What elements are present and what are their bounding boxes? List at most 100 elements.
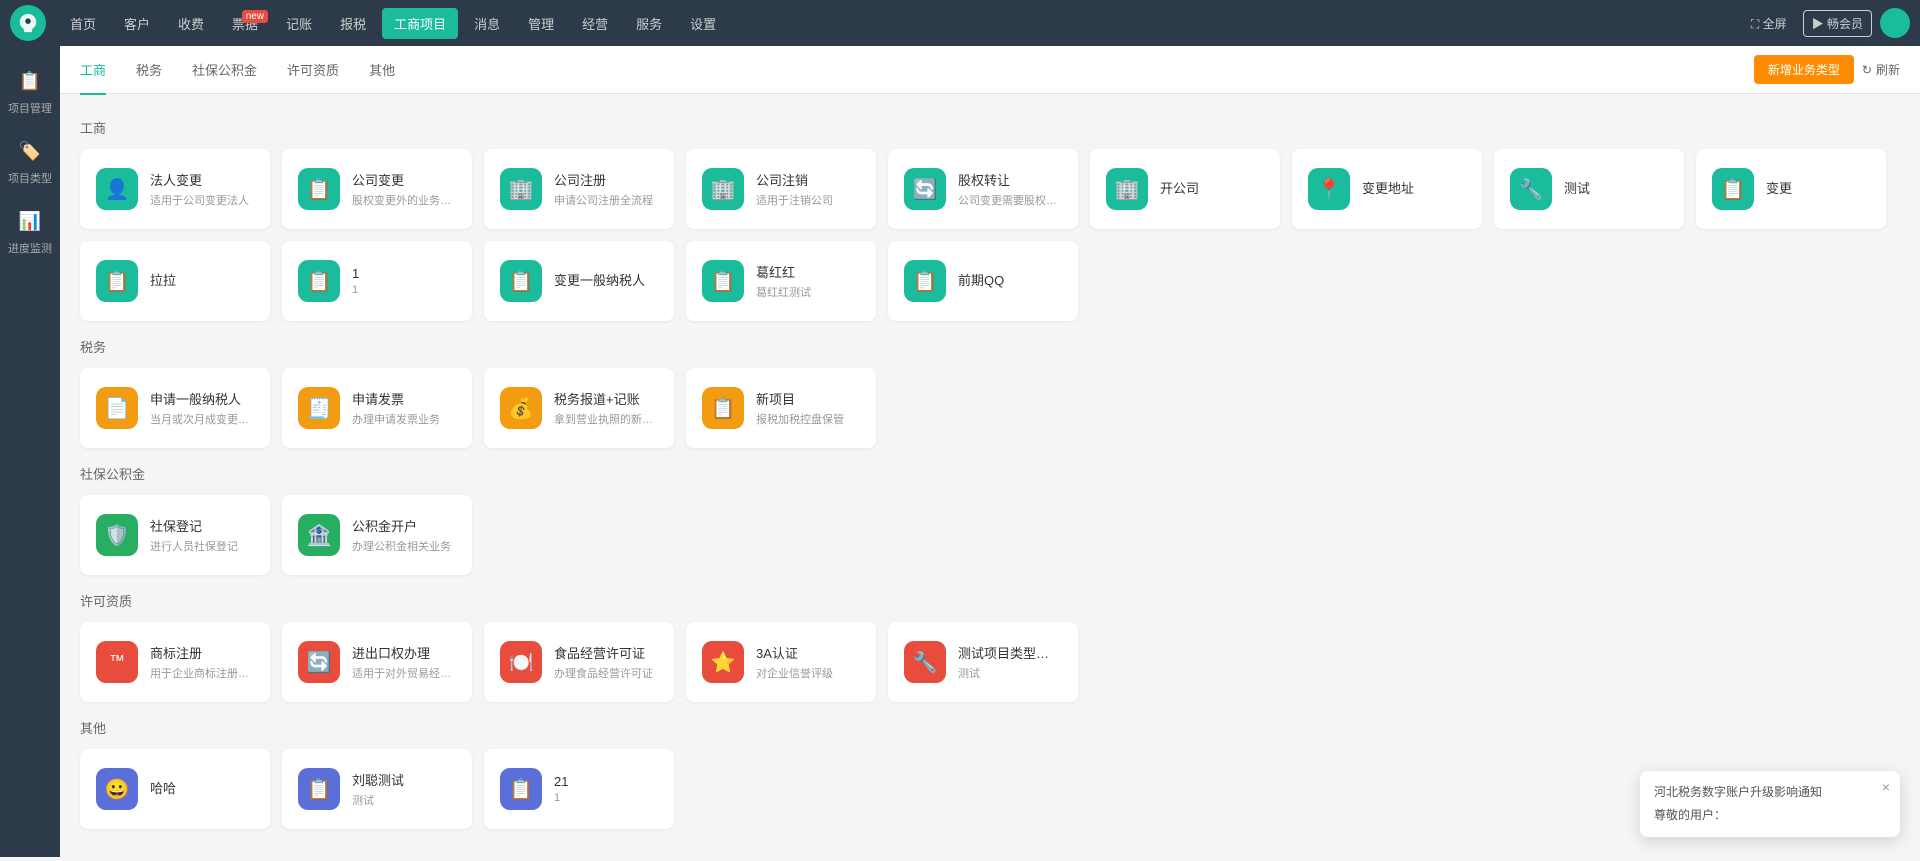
fullscreen-button[interactable]: ⛶ 全屏 (1743, 11, 1795, 36)
tab-shuiwu[interactable]: 税务 (136, 46, 162, 95)
card-one[interactable]: 📋 1 1 (282, 241, 472, 321)
avatar[interactable] (1880, 8, 1910, 38)
card-icon-yibanna: 📄 (96, 387, 138, 429)
card-ceshi[interactable]: 🔧 测试 (1494, 149, 1684, 229)
card-biangeng納[interactable]: 📋 变更一般纳税人 (484, 241, 674, 321)
nav-tax[interactable]: 报税 (328, 8, 378, 39)
card-title-gehong: 葛红红 (756, 262, 860, 281)
card-sub-farenbianeng: 适用于公司变更法人 (150, 192, 254, 208)
card-shuiwubao[interactable]: 💰 税务报道+记账 拿到营业执照的新公司 (484, 368, 674, 448)
content-area: 工商 👤 法人变更 适用于公司变更法人 📋 公司变更 股权变更外的业务变更 🏢 (60, 94, 1920, 861)
nav-operation[interactable]: 经营 (570, 8, 620, 39)
add-type-button[interactable]: 新增业务类型 (1754, 55, 1854, 84)
nav-service[interactable]: 服务 (624, 8, 674, 39)
card-lala[interactable]: 📋 拉拉 (80, 241, 270, 321)
top-nav: 首页 客户 收费 票据 new 记账 报税 工商项目 消息 管理 经营 服务 设… (0, 0, 1920, 46)
card-icon-shuiwubao: 💰 (500, 387, 542, 429)
card-title-yibanna: 申请一般纳税人 (150, 389, 254, 408)
nav-settings[interactable]: 设置 (678, 8, 728, 39)
card-title-21: 21 (554, 774, 658, 789)
card-icon-shangbiao: ™ (96, 641, 138, 683)
card-sub-xinxiangmu: 报税加税控盘保管 (756, 411, 860, 427)
card-icon-gongsizhu: 🏢 (500, 168, 542, 210)
nav-customer[interactable]: 客户 (112, 8, 162, 39)
notification-close-button[interactable]: × (1882, 779, 1890, 795)
sidebar-item-project-manage[interactable]: 📋 项目管理 (0, 56, 60, 126)
tab-xukezi[interactable]: 许可资质 (287, 46, 339, 95)
card-shangbiao[interactable]: ™ 商标注册 用于企业商标注册服务 (80, 622, 270, 702)
card-xinxiangmu[interactable]: 📋 新项目 报税加税控盘保管 (686, 368, 876, 448)
card-title-qianqi: 前期QQ (958, 270, 1062, 289)
card-jinchuk[interactable]: 🔄 进出口权办理 适用于对外贸易经营者 (282, 622, 472, 702)
card-title-biangeng: 变更 (1766, 178, 1870, 197)
notification-text: 河北税务数字账户升级影响通知 尊敬的用户： (1654, 783, 1886, 825)
card-title-3a: 3A认证 (756, 643, 860, 662)
card-kaigongsi[interactable]: 🏢 开公司 (1090, 149, 1280, 229)
card-qianqi[interactable]: 📋 前期QQ (888, 241, 1078, 321)
main-content: 工商 税务 社保公积金 许可资质 其他 新增业务类型 ↻ 刷新 工商 👤 法人变… (60, 46, 1920, 861)
project-type-icon: 🏷️ (15, 136, 45, 166)
card-icon-haha: 😀 (96, 768, 138, 810)
card-icon-gongjijin: 🏦 (298, 514, 340, 556)
nav-ticket[interactable]: 票据 new (220, 8, 270, 39)
nav-right: ⛶ 全屏 ▶ 畅会员 (1743, 8, 1910, 38)
card-gongsizhu[interactable]: 🏢 公司注册 申请公司注册全流程 (484, 149, 674, 229)
card-icon-fapiao: 🧾 (298, 387, 340, 429)
card-title-farenbianeng: 法人变更 (150, 170, 254, 189)
card-shebaodengjii[interactable]: 🛡️ 社保登记 进行人员社保登记 (80, 495, 270, 575)
card-sub-gongsizhu: 申请公司注册全流程 (554, 192, 658, 208)
card-sub-ceshixiangmu: 测试 (958, 665, 1062, 681)
card-gongsizhu2[interactable]: 🏢 公司注销 适用于注销公司 (686, 149, 876, 229)
card-sub-gongjijin: 办理公积金相关业务 (352, 538, 456, 554)
card-icon-gongsizhu2: 🏢 (702, 168, 744, 210)
nav-accounting[interactable]: 记账 (274, 8, 324, 39)
card-sub-guzhuanrang: 公司变更需要股权转让 (958, 192, 1062, 208)
nav-home[interactable]: 首页 (58, 8, 108, 39)
nav-message[interactable]: 消息 (462, 8, 512, 39)
card-sub-liucong: 测试 (352, 792, 456, 808)
tab-shebao[interactable]: 社保公积金 (192, 46, 257, 95)
nav-manage[interactable]: 管理 (516, 8, 566, 39)
card-sub-shipin: 办理食品经营许可证 (554, 665, 658, 681)
qita-cards: 😀 哈哈 📋 刘聪测试 测试 📋 21 1 (80, 749, 1900, 829)
card-guzhuanrang[interactable]: 🔄 股权转让 公司变更需要股权转让 (888, 149, 1078, 229)
card-haha[interactable]: 😀 哈哈 (80, 749, 270, 829)
tab-qita[interactable]: 其他 (369, 46, 395, 95)
card-sub-yibanna: 当月或次月成变更完成 (150, 411, 254, 427)
card-title-shebaodengji: 社保登记 (150, 516, 254, 535)
card-biangeng[interactable]: 📋 变更 (1696, 149, 1886, 229)
logo[interactable] (10, 5, 46, 41)
refresh-button[interactable]: ↻ 刷新 (1862, 61, 1900, 78)
section-title-qita: 其他 (80, 718, 1900, 737)
card-icon-guzhuanrang: 🔄 (904, 168, 946, 210)
nav-industry[interactable]: 工商项目 (382, 8, 458, 39)
card-icon-xinxiangmu: 📋 (702, 387, 744, 429)
vip-button[interactable]: ▶ 畅会员 (1803, 10, 1872, 37)
card-gongjijin[interactable]: 🏦 公积金开户 办理公积金相关业务 (282, 495, 472, 575)
card-icon-biangengdizhi: 📍 (1308, 168, 1350, 210)
card-gehong[interactable]: 📋 葛红红 葛红红测试 (686, 241, 876, 321)
card-title-shuiwubao: 税务报道+记账 (554, 389, 658, 408)
sidebar-item-project-type[interactable]: 🏷️ 项目类型 (0, 126, 60, 196)
card-sub-gongsibianeng: 股权变更外的业务变更 (352, 192, 456, 208)
card-farenbianeng[interactable]: 👤 法人变更 适用于公司变更法人 (80, 149, 270, 229)
card-title-gongsizhu: 公司注册 (554, 170, 658, 189)
card-shipin[interactable]: 🍽️ 食品经营许可证 办理食品经营许可证 (484, 622, 674, 702)
card-sub-shuiwubao: 拿到营业执照的新公司 (554, 411, 658, 427)
nav-billing[interactable]: 收费 (166, 8, 216, 39)
card-title-gongsizhu2: 公司注销 (756, 170, 860, 189)
card-biangengdizhi[interactable]: 📍 变更地址 (1292, 149, 1482, 229)
card-fapiao[interactable]: 🧾 申请发票 办理申请发票业务 (282, 368, 472, 448)
card-21[interactable]: 📋 21 1 (484, 749, 674, 829)
card-title-gongsibianeng: 公司变更 (352, 170, 456, 189)
card-icon-shipin: 🍽️ (500, 641, 542, 683)
card-yibanna税[interactable]: 📄 申请一般纳税人 当月或次月成变更完成 (80, 368, 270, 448)
tab-gongshang[interactable]: 工商 (80, 46, 106, 95)
card-3a[interactable]: ⭐ 3A认证 对企业信誉评级 (686, 622, 876, 702)
sidebar-item-progress[interactable]: 📊 进度监测 (0, 196, 60, 266)
card-ceshixiangmu[interactable]: 🔧 测试项目类型目定义 测试 (888, 622, 1078, 702)
card-icon-liucong: 📋 (298, 768, 340, 810)
card-gongsibianeng[interactable]: 📋 公司变更 股权变更外的业务变更 (282, 149, 472, 229)
card-icon-qianqi: 📋 (904, 260, 946, 302)
card-liucong[interactable]: 📋 刘聪测试 测试 (282, 749, 472, 829)
